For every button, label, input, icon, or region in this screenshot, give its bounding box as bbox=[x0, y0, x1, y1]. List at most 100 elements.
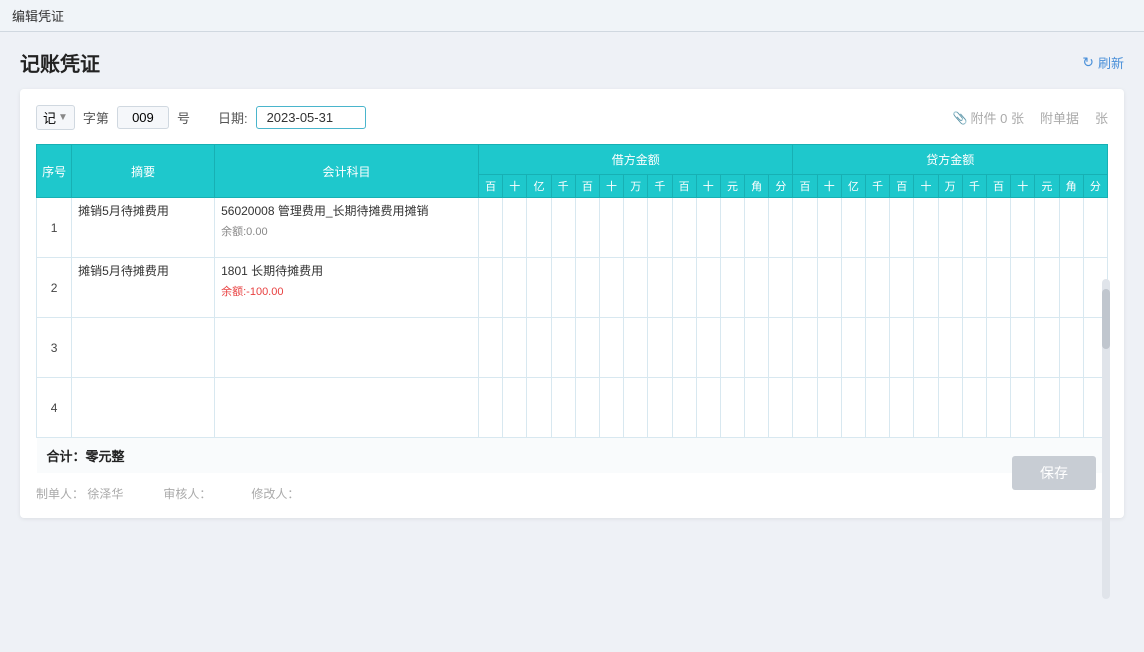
credit-cell[interactable] bbox=[938, 378, 962, 438]
row-subject[interactable]: 1801 长期待摊费用余额:-100.00 bbox=[215, 258, 479, 318]
credit-cell[interactable] bbox=[817, 198, 841, 258]
credit-cell[interactable] bbox=[1035, 198, 1059, 258]
debit-cell[interactable] bbox=[624, 258, 648, 318]
debit-cell[interactable] bbox=[599, 378, 623, 438]
row-summary[interactable]: 摊销5月待摊费用 bbox=[72, 258, 215, 318]
scrollbar-thumb[interactable] bbox=[1102, 289, 1110, 349]
credit-cell[interactable] bbox=[841, 258, 865, 318]
debit-cell[interactable] bbox=[479, 378, 503, 438]
refresh-button[interactable]: ↻ 刷新 bbox=[1082, 53, 1124, 72]
credit-cell[interactable] bbox=[817, 318, 841, 378]
credit-cell[interactable] bbox=[986, 318, 1010, 378]
attach-link[interactable]: 📎 附件 0 张 bbox=[953, 108, 1024, 127]
credit-cell[interactable] bbox=[890, 258, 914, 318]
credit-cell[interactable] bbox=[841, 378, 865, 438]
debit-cell[interactable] bbox=[648, 258, 672, 318]
debit-cell[interactable] bbox=[503, 318, 527, 378]
debit-cell[interactable] bbox=[479, 258, 503, 318]
debit-cell[interactable] bbox=[745, 378, 769, 438]
debit-cell[interactable] bbox=[503, 198, 527, 258]
debit-cell[interactable] bbox=[527, 378, 551, 438]
debit-cell[interactable] bbox=[672, 258, 696, 318]
debit-cell[interactable] bbox=[624, 318, 648, 378]
credit-cell[interactable] bbox=[914, 378, 938, 438]
credit-cell[interactable] bbox=[1011, 318, 1035, 378]
row-subject[interactable]: 56020008 管理费用_长期待摊费用摊销余额:0.00 bbox=[215, 198, 479, 258]
debit-cell[interactable] bbox=[479, 318, 503, 378]
debit-cell[interactable] bbox=[745, 318, 769, 378]
debit-cell[interactable] bbox=[672, 318, 696, 378]
credit-cell[interactable] bbox=[914, 318, 938, 378]
credit-cell[interactable] bbox=[962, 318, 986, 378]
debit-cell[interactable] bbox=[648, 198, 672, 258]
credit-cell[interactable] bbox=[1059, 378, 1083, 438]
credit-cell[interactable] bbox=[890, 198, 914, 258]
debit-cell[interactable] bbox=[599, 318, 623, 378]
scrollbar[interactable] bbox=[1102, 279, 1110, 599]
debit-cell[interactable] bbox=[599, 258, 623, 318]
credit-cell[interactable] bbox=[986, 198, 1010, 258]
debit-cell[interactable] bbox=[527, 258, 551, 318]
row-summary[interactable] bbox=[72, 318, 215, 378]
credit-cell[interactable] bbox=[866, 198, 890, 258]
debit-cell[interactable] bbox=[624, 378, 648, 438]
debit-cell[interactable] bbox=[672, 198, 696, 258]
credit-cell[interactable] bbox=[890, 378, 914, 438]
debit-cell[interactable] bbox=[648, 378, 672, 438]
credit-cell[interactable] bbox=[986, 258, 1010, 318]
debit-cell[interactable] bbox=[527, 198, 551, 258]
debit-cell[interactable] bbox=[696, 198, 720, 258]
credit-cell[interactable] bbox=[1059, 318, 1083, 378]
zhang-count[interactable]: 张 bbox=[1095, 108, 1108, 127]
credit-cell[interactable] bbox=[817, 258, 841, 318]
credit-cell[interactable] bbox=[1059, 258, 1083, 318]
credit-cell[interactable] bbox=[866, 318, 890, 378]
credit-cell[interactable] bbox=[1011, 198, 1035, 258]
credit-cell[interactable] bbox=[890, 318, 914, 378]
credit-cell[interactable] bbox=[793, 378, 817, 438]
debit-cell[interactable] bbox=[769, 198, 793, 258]
debit-cell[interactable] bbox=[575, 318, 599, 378]
credit-cell[interactable] bbox=[793, 258, 817, 318]
attach-dan[interactable]: 附单据 bbox=[1040, 108, 1079, 127]
credit-cell[interactable] bbox=[866, 378, 890, 438]
credit-cell[interactable] bbox=[1011, 258, 1035, 318]
debit-cell[interactable] bbox=[696, 318, 720, 378]
debit-cell[interactable] bbox=[720, 318, 744, 378]
credit-cell[interactable] bbox=[938, 198, 962, 258]
jizi-select[interactable]: 记 ▼ bbox=[36, 105, 75, 130]
zidi-input[interactable] bbox=[117, 106, 169, 129]
credit-cell[interactable] bbox=[1035, 318, 1059, 378]
debit-cell[interactable] bbox=[769, 318, 793, 378]
debit-cell[interactable] bbox=[648, 318, 672, 378]
debit-cell[interactable] bbox=[769, 378, 793, 438]
debit-cell[interactable] bbox=[575, 258, 599, 318]
debit-cell[interactable] bbox=[575, 198, 599, 258]
debit-cell[interactable] bbox=[527, 318, 551, 378]
debit-cell[interactable] bbox=[696, 258, 720, 318]
credit-cell[interactable] bbox=[938, 258, 962, 318]
credit-cell[interactable] bbox=[841, 318, 865, 378]
debit-cell[interactable] bbox=[745, 198, 769, 258]
credit-cell[interactable] bbox=[986, 378, 1010, 438]
credit-cell[interactable] bbox=[841, 198, 865, 258]
debit-cell[interactable] bbox=[479, 198, 503, 258]
credit-cell[interactable] bbox=[793, 318, 817, 378]
debit-cell[interactable] bbox=[720, 378, 744, 438]
credit-cell[interactable] bbox=[938, 318, 962, 378]
credit-cell[interactable] bbox=[1083, 198, 1107, 258]
credit-cell[interactable] bbox=[793, 198, 817, 258]
row-summary[interactable]: 摊销5月待摊费用 bbox=[72, 198, 215, 258]
debit-cell[interactable] bbox=[551, 318, 575, 378]
debit-cell[interactable] bbox=[599, 198, 623, 258]
debit-cell[interactable] bbox=[745, 258, 769, 318]
credit-cell[interactable] bbox=[1035, 258, 1059, 318]
debit-cell[interactable] bbox=[769, 258, 793, 318]
row-summary[interactable] bbox=[72, 378, 215, 438]
debit-cell[interactable] bbox=[551, 258, 575, 318]
credit-cell[interactable] bbox=[962, 258, 986, 318]
credit-cell[interactable] bbox=[1035, 378, 1059, 438]
debit-cell[interactable] bbox=[551, 378, 575, 438]
credit-cell[interactable] bbox=[1011, 378, 1035, 438]
debit-cell[interactable] bbox=[551, 198, 575, 258]
